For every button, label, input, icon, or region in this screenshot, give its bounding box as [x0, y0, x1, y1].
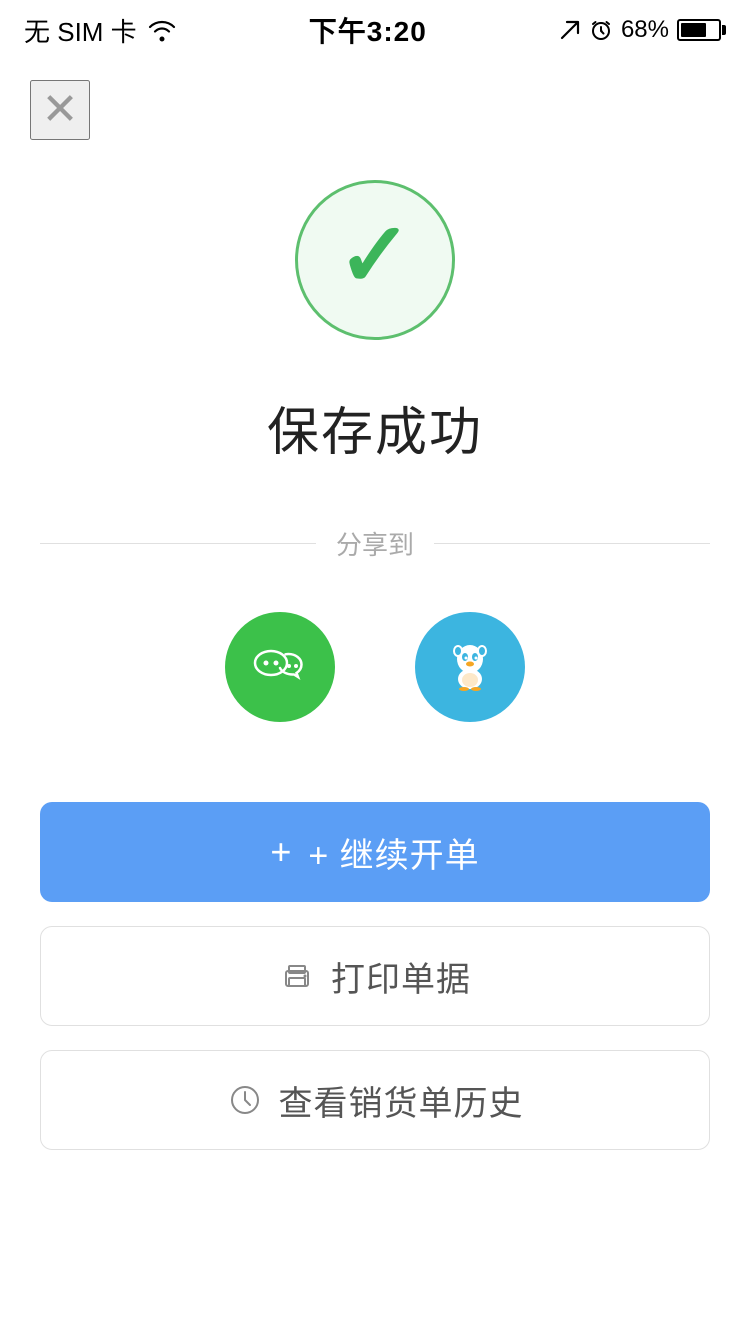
divider-line-right: [434, 543, 710, 544]
success-icon-circle: ✓: [295, 180, 455, 340]
status-bar-time: 下午3:20: [309, 10, 427, 50]
action-buttons: + + 继续开单 打印单据 查看销货单历史: [40, 802, 710, 1150]
view-history-label: 查看销货单历史: [279, 1076, 524, 1125]
divider-line-left: [40, 543, 316, 544]
print-receipt-button[interactable]: 打印单据: [40, 926, 710, 1026]
share-icons-row: [225, 612, 525, 722]
plus-icon: +: [270, 831, 292, 873]
print-receipt-label: 打印单据: [331, 952, 471, 1001]
success-title: 保存成功: [267, 390, 483, 465]
qq-icon: [438, 635, 502, 699]
carrier-text: 无 SIM 卡: [24, 12, 137, 49]
share-label: 分享到: [336, 525, 414, 562]
alarm-icon: [589, 18, 613, 42]
close-icon: ✕: [42, 88, 79, 132]
status-bar-right: 68%: [559, 16, 726, 44]
status-bar: 无 SIM 卡 下午3:20 68%: [0, 0, 750, 60]
battery-percentage: 68%: [621, 16, 669, 44]
share-divider: 分享到: [40, 525, 710, 562]
wechat-icon: [248, 635, 312, 699]
checkmark-icon: ✓: [337, 211, 412, 301]
view-history-button[interactable]: 查看销货单历史: [40, 1050, 710, 1150]
printer-icon: [279, 958, 315, 994]
continue-order-button[interactable]: + + 继续开单: [40, 802, 710, 902]
wifi-icon: [147, 18, 177, 42]
location-icon: [559, 19, 581, 41]
status-bar-left: 无 SIM 卡: [24, 12, 177, 49]
battery-icon: [677, 19, 726, 41]
main-content: ✕ ✓ 保存成功 分享到: [0, 60, 750, 1334]
close-button[interactable]: ✕: [30, 80, 90, 140]
qq-share-button[interactable]: [415, 612, 525, 722]
continue-order-label: + 继续开单: [308, 828, 479, 877]
wechat-share-button[interactable]: [225, 612, 335, 722]
clock-icon: [227, 1082, 263, 1118]
